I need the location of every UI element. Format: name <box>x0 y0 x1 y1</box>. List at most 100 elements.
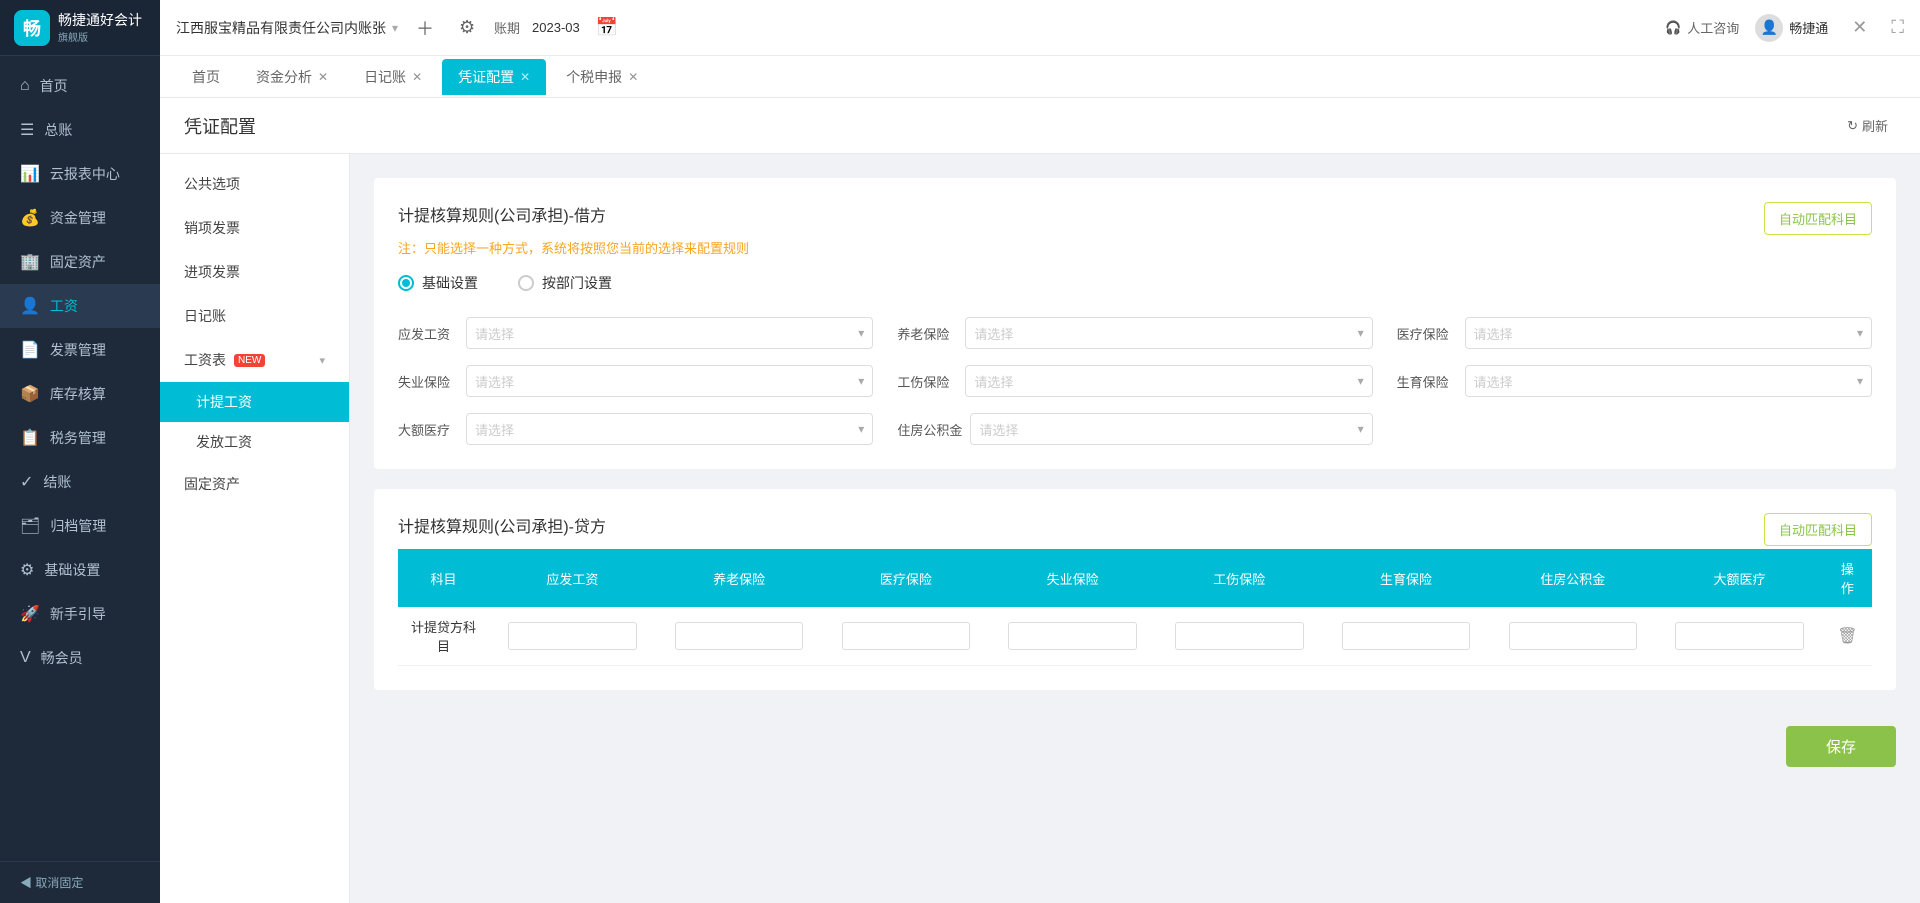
input-pension[interactable] <box>675 622 803 650</box>
left-menu-salary-accrual[interactable]: 计提工资 <box>160 382 349 422</box>
select-work-injury-insurance[interactable]: 请选择 ▾ <box>965 365 1372 397</box>
logo-name: 畅捷通好会计 <box>58 11 142 29</box>
left-menu-salary-payment[interactable]: 发放工资 <box>160 422 349 462</box>
sidebar-item-invoice-mgmt[interactable]: 📄 发票管理 <box>0 328 160 372</box>
select-housing-fund[interactable]: 请选择 ▾ <box>970 413 1372 445</box>
refresh-icon: ↻ <box>1847 118 1858 134</box>
sidebar-item-general-ledger[interactable]: ☰ 总账 <box>0 108 160 152</box>
field-label-large-medical: 大额医疗 <box>398 420 458 439</box>
sidebar-nav: ⌂ 首页 ☰ 总账 📊 云报表中心 💰 资金管理 🏢 固定资产 👤 工资 📄 发… <box>0 56 160 861</box>
tab-close-journal[interactable]: ✕ <box>412 70 422 84</box>
cell-medical <box>822 607 989 666</box>
input-housing-fund[interactable] <box>1509 622 1637 650</box>
avatar: 👤 <box>1755 14 1783 42</box>
sidebar-item-member[interactable]: V 畅会员 <box>0 636 160 680</box>
sidebar-item-closing[interactable]: ✓ 结账 <box>0 460 160 504</box>
settings-button[interactable]: ⚙ <box>452 13 482 43</box>
tab-fund-analysis[interactable]: 资金分析 ✕ <box>240 59 344 95</box>
cell-action: 🗑 <box>1823 607 1872 666</box>
field-label-work-injury: 工伤保险 <box>897 372 957 391</box>
sidebar-logo: 畅 畅捷通好会计 旗舰版 <box>0 0 160 56</box>
radio-basic-setting-circle <box>398 275 414 291</box>
cell-salary <box>489 607 656 666</box>
credit-section-title: 计提核算规则(公司承担)-贷方 <box>398 513 1872 537</box>
delete-row-button[interactable]: 🗑 <box>1837 628 1857 645</box>
radio-dept-setting-circle <box>518 275 534 291</box>
col-salary: 应发工资 <box>489 549 656 607</box>
left-menu-journal[interactable]: 日记账 <box>160 294 349 338</box>
field-label-maternity: 生育保险 <box>1397 372 1457 391</box>
sidebar-item-newbie[interactable]: 🚀 新手引导 <box>0 592 160 636</box>
select-arrow-unemployment: ▾ <box>858 374 864 388</box>
refresh-button[interactable]: ↻ 刷新 <box>1839 112 1896 139</box>
auto-match-debit-button[interactable]: 自动匹配科目 <box>1764 202 1872 235</box>
close-window-button[interactable]: ✕ <box>1852 17 1867 38</box>
cell-housing-fund <box>1489 607 1656 666</box>
left-menu-fixed-assets[interactable]: 固定资产 <box>160 462 349 506</box>
sidebar-item-basic-settings[interactable]: ⚙ 基础设置 <box>0 548 160 592</box>
newbie-icon: 🚀 <box>20 604 40 624</box>
sidebar-item-fixed-assets[interactable]: 🏢 固定资产 <box>0 240 160 284</box>
select-salary-payable[interactable]: 请选择 ▾ <box>466 317 873 349</box>
left-menu-public-options[interactable]: 公共选项 <box>160 162 349 206</box>
calendar-button[interactable]: 📅 <box>592 13 622 43</box>
sidebar-item-home[interactable]: ⌂ 首页 <box>0 64 160 108</box>
sidebar-item-salary[interactable]: 👤 工资 <box>0 284 160 328</box>
select-maternity-insurance[interactable]: 请选择 ▾ <box>1465 365 1872 397</box>
input-medical[interactable] <box>842 622 970 650</box>
select-unemployment-insurance[interactable]: 请选择 ▾ <box>466 365 873 397</box>
salary-icon: 👤 <box>20 296 40 316</box>
field-label-pension: 养老保险 <box>897 324 957 343</box>
left-menu-purchase-invoice[interactable]: 进项发票 <box>160 250 349 294</box>
content-layout: 公共选项 销项发票 进项发票 日记账 工资表 NEW <box>160 154 1920 903</box>
field-label-salary-payable: 应发工资 <box>398 324 458 343</box>
chevron-down-icon: ▾ <box>319 354 325 367</box>
left-menu-salary-table-group: 工资表 NEW ▾ 计提工资 发放工资 <box>160 338 349 462</box>
tab-journal[interactable]: 日记账 ✕ <box>348 59 438 95</box>
sidebar-item-reports[interactable]: 📊 云报表中心 <box>0 152 160 196</box>
user-info[interactable]: 👤 畅捷通 <box>1755 14 1828 42</box>
inventory-icon: 📦 <box>20 384 40 404</box>
expand-button[interactable]: ⛶ <box>1891 17 1904 38</box>
radio-basic-setting[interactable]: 基础设置 <box>398 273 478 293</box>
col-work-injury: 工伤保险 <box>1156 549 1323 607</box>
sidebar-item-archive[interactable]: 🗂 归档管理 <box>0 504 160 548</box>
input-unemployment[interactable] <box>1008 622 1136 650</box>
company-selector[interactable]: 江西服宝精品有限责任公司内账张 ▾ <box>176 18 398 38</box>
radio-dept-setting[interactable]: 按部门设置 <box>518 273 612 293</box>
input-large-medical[interactable] <box>1675 622 1803 650</box>
cancel-pin-button[interactable]: ◀ 取消固定 <box>0 861 160 903</box>
new-badge: NEW <box>234 354 265 367</box>
tab-close-voucher-config[interactable]: ✕ <box>520 70 530 84</box>
select-large-medical[interactable]: 请选择 ▾ <box>466 413 873 445</box>
add-button[interactable]: ＋ <box>410 13 440 43</box>
sidebar-item-tax-mgmt[interactable]: 📋 税务管理 <box>0 416 160 460</box>
cell-maternity <box>1323 607 1490 666</box>
input-maternity[interactable] <box>1342 622 1470 650</box>
page-title: 凭证配置 <box>184 113 256 139</box>
tab-voucher-config[interactable]: 凭证配置 ✕ <box>442 59 546 95</box>
tab-tax-report[interactable]: 个税申报 ✕ <box>550 59 654 95</box>
service-button[interactable]: 🎧 人工咨询 <box>1665 18 1739 37</box>
cell-subject: 计提贷方科目 <box>398 607 489 666</box>
tab-home[interactable]: 首页 <box>176 59 236 95</box>
cell-work-injury <box>1156 607 1323 666</box>
input-salary[interactable] <box>508 622 636 650</box>
left-menu-salary-table-header[interactable]: 工资表 NEW ▾ <box>160 338 349 382</box>
select-arrow-work-injury: ▾ <box>1358 374 1364 388</box>
tab-close-tax-report[interactable]: ✕ <box>628 70 638 84</box>
sidebar-item-funds[interactable]: 💰 资金管理 <box>0 196 160 240</box>
select-medical-insurance[interactable]: 请选择 ▾ <box>1465 317 1872 349</box>
debit-form-grid: 应发工资 请选择 ▾ 养老保险 请选择 ▾ <box>398 317 1872 445</box>
debit-section-note: 注：只能选择一种方式，系统将按照您当前的选择来配置规则 <box>398 238 1872 257</box>
input-work-injury[interactable] <box>1175 622 1303 650</box>
tab-close-fund-analysis[interactable]: ✕ <box>318 70 328 84</box>
page-header: 凭证配置 ↻ 刷新 <box>160 98 1920 154</box>
col-unemployment: 失业保险 <box>989 549 1156 607</box>
col-housing-fund: 住房公积金 <box>1489 549 1656 607</box>
auto-match-credit-button[interactable]: 自动匹配科目 <box>1764 513 1872 546</box>
select-pension-insurance[interactable]: 请选择 ▾ <box>965 317 1372 349</box>
left-menu-sales-invoice[interactable]: 销项发票 <box>160 206 349 250</box>
sidebar-item-inventory[interactable]: 📦 库存核算 <box>0 372 160 416</box>
save-button[interactable]: 保存 <box>1786 726 1896 767</box>
